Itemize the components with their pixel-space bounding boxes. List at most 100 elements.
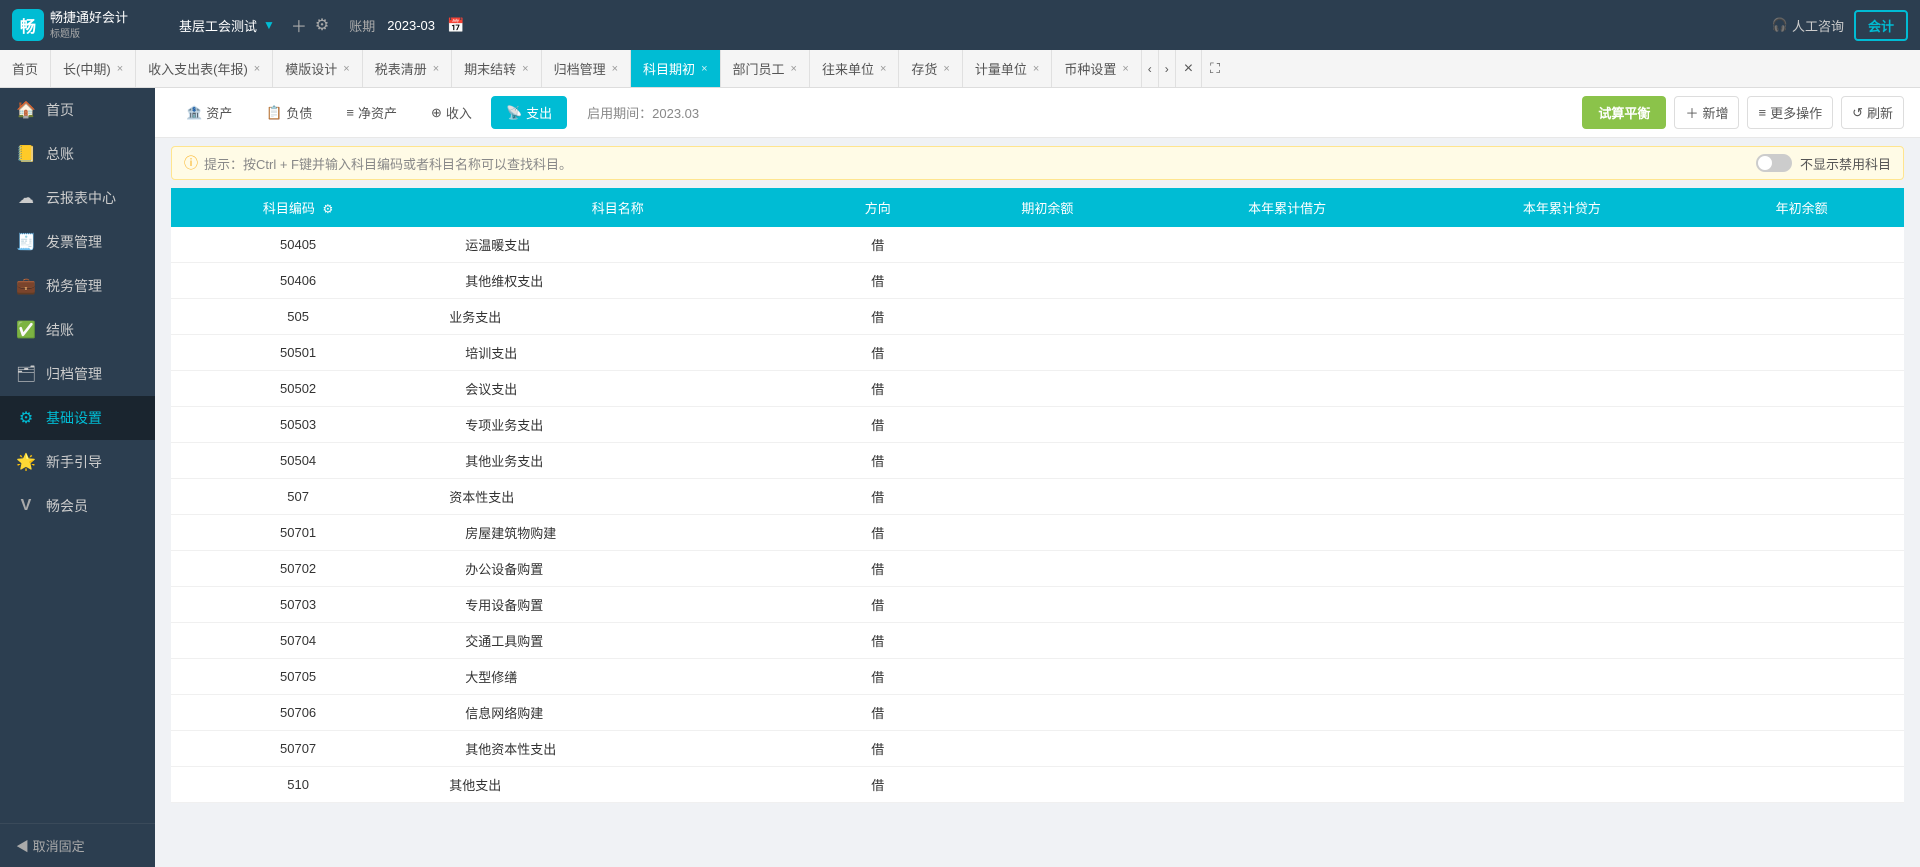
table-row[interactable]: 505业务支出借: [171, 299, 1904, 335]
calendar-icon[interactable]: 📅: [447, 17, 464, 34]
tab-contacts[interactable]: 往来单位 ×: [810, 50, 899, 88]
account-button[interactable]: 会计: [1854, 10, 1908, 41]
sidebar-item-guide[interactable]: 🌟 新手引导: [0, 440, 155, 484]
tab-close-icon[interactable]: ×: [701, 63, 707, 75]
tab-close-icon[interactable]: ×: [117, 63, 123, 75]
sidebar-item-ledger[interactable]: 📒 总账: [0, 132, 155, 176]
tab-department[interactable]: 部门员工 ×: [721, 50, 810, 88]
cell-code: 50405: [171, 227, 425, 263]
tab-inventory[interactable]: 存货 ×: [899, 50, 962, 88]
tab-maximize-button[interactable]: ⛶: [1202, 50, 1228, 88]
tab-close-icon[interactable]: ×: [433, 63, 439, 75]
settings-icon[interactable]: ⚙: [315, 15, 329, 35]
cell-opening-balance: [945, 551, 1150, 587]
cell-opening-balance: [945, 371, 1150, 407]
cell-direction: 借: [810, 227, 945, 263]
table-row[interactable]: 50503专项业务支出借: [171, 407, 1904, 443]
tab-close-icon[interactable]: ×: [254, 63, 260, 75]
column-settings-icon[interactable]: ⚙: [323, 202, 334, 216]
sub-tab-income[interactable]: ⊕ 收入: [416, 96, 487, 129]
table-row[interactable]: 50501培训支出借: [171, 335, 1904, 371]
tab-income-annual[interactable]: 收入支出表(年报) ×: [136, 50, 273, 88]
cell-code: 50703: [171, 587, 425, 623]
cell-code: 50702: [171, 551, 425, 587]
table-row[interactable]: 50703专用设备购置借: [171, 587, 1904, 623]
cell-ytd-debit: [1150, 227, 1425, 263]
tab-close-icon[interactable]: ×: [943, 63, 949, 75]
tab-prev-button[interactable]: ‹: [1142, 50, 1159, 88]
table-row[interactable]: 50702办公设备购置借: [171, 551, 1904, 587]
sidebar-item-checkout[interactable]: ✅ 结账: [0, 308, 155, 352]
add-icon[interactable]: ＋: [291, 13, 307, 37]
tab-close-icon[interactable]: ×: [1033, 63, 1039, 75]
balance-button[interactable]: 试算平衡: [1582, 96, 1666, 129]
cell-code: 507: [171, 479, 425, 515]
table-row[interactable]: 50707其他资本性支出借: [171, 731, 1904, 767]
tab-period-end[interactable]: 期末结转 ×: [452, 50, 541, 88]
sidebar-item-reports[interactable]: ☁ 云报表中心: [0, 176, 155, 220]
table-row[interactable]: 50504其他业务支出借: [171, 443, 1904, 479]
tab-close-icon[interactable]: ×: [1122, 63, 1128, 75]
tab-units[interactable]: 计量单位 ×: [963, 50, 1052, 88]
cell-code: 50707: [171, 731, 425, 767]
expenditure-icon: 📡: [506, 105, 522, 121]
table-row[interactable]: 50701房屋建筑物购建借: [171, 515, 1904, 551]
disable-toggle[interactable]: [1756, 154, 1792, 172]
sub-tab-assets[interactable]: 🏦 资产: [171, 96, 247, 129]
table-row[interactable]: 507资本性支出借: [171, 479, 1904, 515]
cell-direction: 借: [810, 587, 945, 623]
table-row[interactable]: 50406其他维权支出借: [171, 263, 1904, 299]
tab-close-icon[interactable]: ×: [880, 63, 886, 75]
tab-tax-list[interactable]: 税表清册 ×: [363, 50, 452, 88]
headset-icon: 🎧: [1772, 17, 1788, 33]
tab-home[interactable]: 首页: [0, 50, 51, 88]
tab-close-icon[interactable]: ×: [343, 63, 349, 75]
cell-ytd-credit: [1425, 407, 1700, 443]
refresh-icon: ↺: [1852, 105, 1863, 121]
company-selector[interactable]: 基层工会测试 ▼: [179, 16, 275, 35]
tab-close-icon[interactable]: ×: [791, 63, 797, 75]
cell-year-opening: [1699, 659, 1904, 695]
sidebar-item-archive[interactable]: 🗂 归档管理: [0, 352, 155, 396]
sidebar-label-tax: 税务管理: [46, 276, 102, 296]
checkout-icon: ✅: [16, 320, 36, 340]
tab-currency[interactable]: 币种设置 ×: [1052, 50, 1141, 88]
sidebar-item-invoice[interactable]: 🧾 发票管理: [0, 220, 155, 264]
cell-opening-balance: [945, 623, 1150, 659]
tab-middle-period[interactable]: 长(中期) ×: [51, 50, 136, 88]
table-row[interactable]: 50706信息网络购建借: [171, 695, 1904, 731]
table-row[interactable]: 50405运温暖支出借: [171, 227, 1904, 263]
tab-next-button[interactable]: ›: [1159, 50, 1176, 88]
sub-tab-liabilities[interactable]: 📋 负债: [251, 96, 327, 129]
table-row[interactable]: 50704交通工具购置借: [171, 623, 1904, 659]
sidebar-item-member[interactable]: V 畅会员: [0, 484, 155, 528]
toggle-area: 不显示禁用科目: [1756, 154, 1891, 173]
add-button[interactable]: ＋ 新增: [1674, 96, 1739, 129]
service-button[interactable]: 🎧 人工咨询: [1772, 16, 1844, 35]
cell-year-opening: [1699, 227, 1904, 263]
sidebar-label-home: 首页: [46, 100, 74, 120]
header-right: 🎧 人工咨询 会计: [1772, 10, 1908, 41]
table-row[interactable]: 50502会议支出借: [171, 371, 1904, 407]
tab-close-icon[interactable]: ×: [522, 63, 528, 75]
table-row[interactable]: 510其他支出借: [171, 767, 1904, 803]
tab-archive-mgmt[interactable]: 归档管理 ×: [542, 50, 631, 88]
cell-year-opening: [1699, 515, 1904, 551]
refresh-button[interactable]: ↺ 刷新: [1841, 96, 1904, 129]
table-row[interactable]: 50705大型修缮借: [171, 659, 1904, 695]
sub-tab-expenditure[interactable]: 📡 支出: [491, 96, 567, 129]
more-operations-button[interactable]: ≡ 更多操作: [1747, 96, 1833, 129]
sidebar-pin-toggle[interactable]: ◀ 取消固定: [0, 823, 155, 867]
sub-tab-net-assets[interactable]: ≡ 净资产: [331, 96, 412, 129]
tab-template-design[interactable]: 模版设计 ×: [273, 50, 362, 88]
sidebar-item-base-settings[interactable]: ⚙ 基础设置: [0, 396, 155, 440]
tab-close-icon[interactable]: ×: [612, 63, 618, 75]
table-header-row: 科目编码 ⚙ 科目名称 方向 期初余额 本年累计借方 本年累计贷方 年初余额: [171, 188, 1904, 227]
main-layout: 🏠 首页 📒 总账 ☁ 云报表中心 🧾 发票管理 💼 税务管理 ✅ 结账 🗂 归…: [0, 88, 1920, 867]
sidebar-item-tax[interactable]: 💼 税务管理: [0, 264, 155, 308]
cell-ytd-credit: [1425, 227, 1700, 263]
tab-subject-init[interactable]: 科目期初 ×: [631, 50, 720, 88]
cell-year-opening: [1699, 407, 1904, 443]
sidebar-item-home[interactable]: 🏠 首页: [0, 88, 155, 132]
tab-close-all-button[interactable]: ×: [1176, 50, 1202, 88]
